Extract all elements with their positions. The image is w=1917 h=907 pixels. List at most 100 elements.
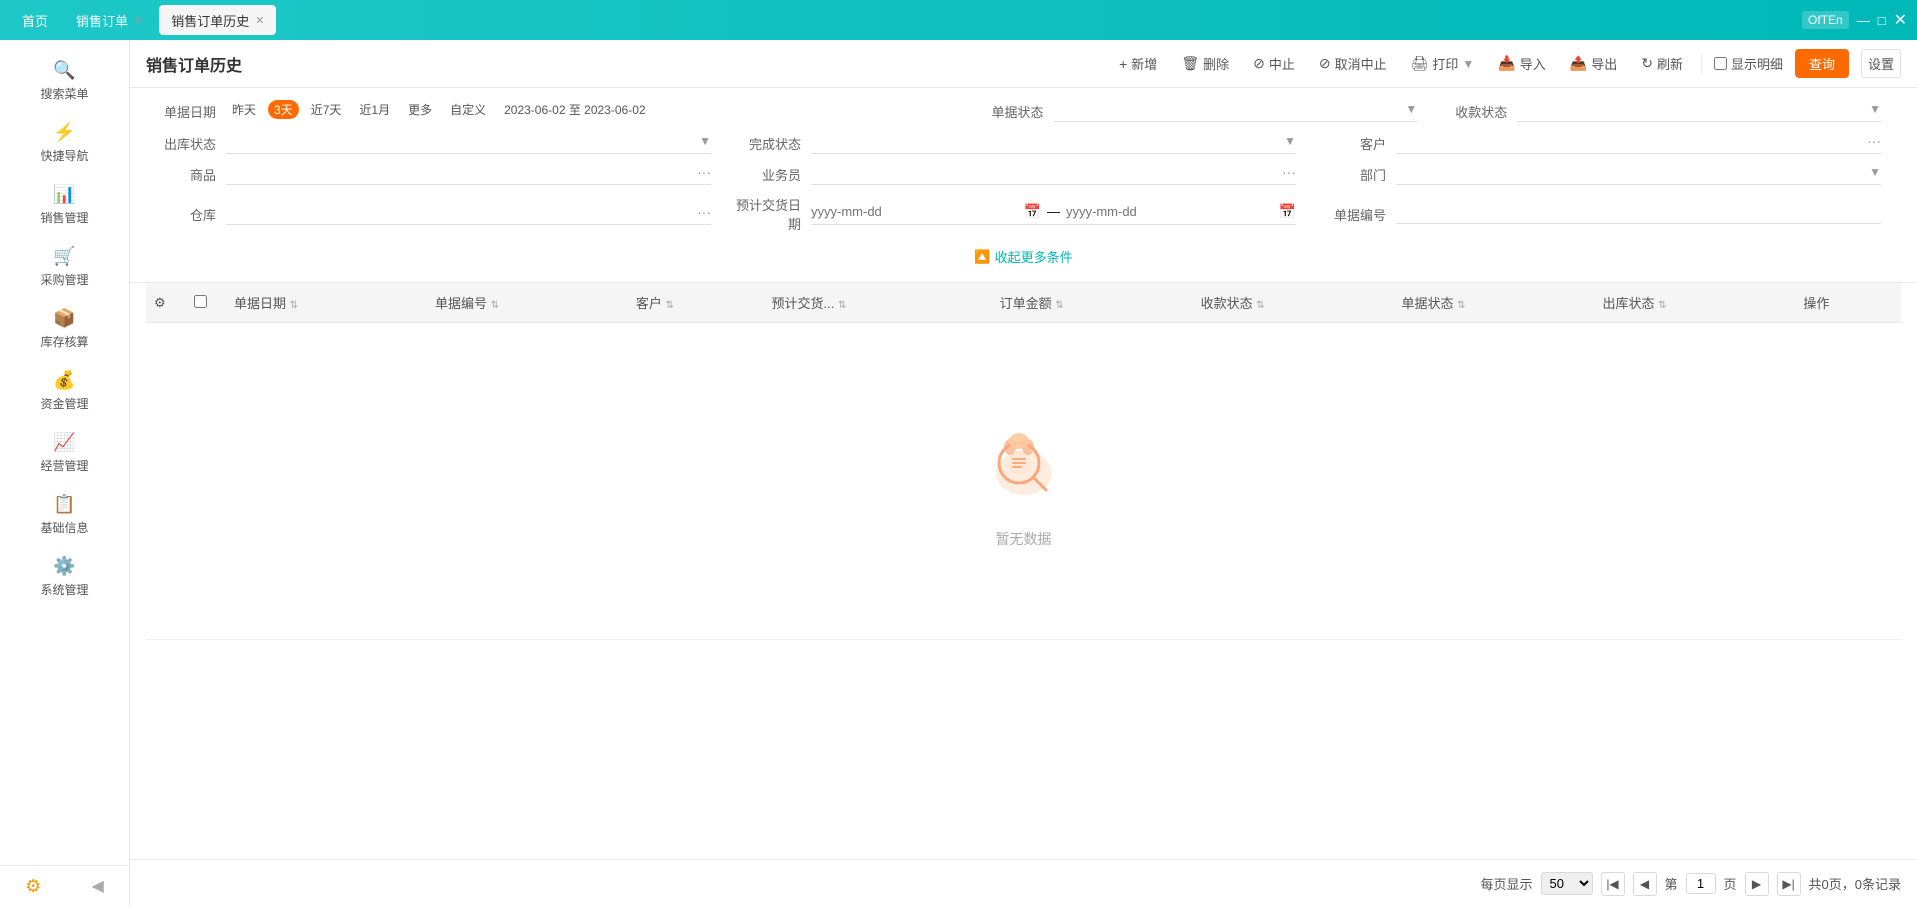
col-checkbox [186,283,226,323]
system-mgmt-icon: ⚙️ [53,556,75,577]
completion-status-chevron-icon[interactable]: ▼ [1284,134,1296,148]
order-status-input[interactable] [1054,102,1400,117]
tab-sales-order-close[interactable]: ✕ [134,14,143,27]
col-number-label: 单据编号 [435,296,487,311]
select-all-checkbox[interactable] [194,295,207,308]
sidebar-item-basic-info[interactable]: 📋 基础信息 [0,484,129,546]
print-label: 打印 [1432,54,1458,73]
import-button[interactable]: 📥 导入 [1492,50,1551,77]
col-amount[interactable]: 订单金额 ⇅ [992,283,1193,323]
prev-page-button[interactable]: ◀ [1633,872,1657,896]
date-filter-label: 单据日期 [146,102,226,121]
department-field: ▼ [1396,165,1881,185]
salesperson-input[interactable] [811,165,1272,180]
date-tag-more[interactable]: 更多 [402,100,438,119]
calendar-to-icon[interactable]: 📅 [1279,203,1296,220]
salesperson-dots-icon[interactable]: ··· [1282,164,1296,180]
product-input[interactable] [226,165,687,180]
display-columns-input[interactable] [1714,57,1727,70]
tab-sales-order[interactable]: 销售订单 ✕ [64,5,155,35]
date-tag-custom[interactable]: 自定义 [444,100,492,119]
minimize-btn[interactable]: — [1857,13,1870,28]
tab-sales-order-history[interactable]: 销售订单历史 ✕ [159,5,276,35]
sidebar-item-system-mgmt[interactable]: ⚙️ 系统管理 [0,546,129,608]
sidebar-item-sales-mgmt[interactable]: 📊 销售管理 [0,174,129,236]
col-delivery-status[interactable]: 出库状态 ⇅ [1594,283,1795,323]
col-number[interactable]: 单据编号 ⇅ [427,283,628,323]
query-button[interactable]: 查询 [1795,49,1849,78]
per-page-select[interactable]: 50 20 100 [1541,872,1593,895]
close-btn[interactable]: ✕ [1894,10,1907,30]
product-label: 商品 [146,165,226,184]
new-button[interactable]: + 新增 [1113,50,1163,77]
date-tag-1month[interactable]: 近1月 [353,100,396,119]
payment-status-chevron-icon[interactable]: ▼ [1869,102,1881,116]
sidebar-item-purchase-mgmt-label: 采购管理 [40,271,88,288]
maximize-btn[interactable]: □ [1878,13,1886,28]
order-number-input[interactable] [1396,204,1881,219]
last-page-button[interactable]: ▶| [1777,872,1801,896]
col-date-label: 单据日期 [234,296,286,311]
product-dots-icon[interactable]: ··· [697,164,711,180]
print-button[interactable]: 🖨 打印 ▼ [1405,50,1481,77]
payment-status-input[interactable] [1517,102,1863,117]
sidebar-item-finance-mgmt[interactable]: 💰 资金管理 [0,360,129,422]
tab-sales-order-history-close[interactable]: ✕ [255,14,264,27]
sidebar-item-operations-mgmt[interactable]: 📈 经营管理 [0,422,129,484]
next-page-button[interactable]: ▶ [1745,872,1769,896]
cancel-stop-button[interactable]: ⊘ 取消中止 [1313,50,1393,77]
sidebar-bottom: ⚙ ◀ [0,865,129,907]
date-tag-7days[interactable]: 近7天 [305,100,348,119]
filter-row-3: 商品 ··· 业务员 ··· 部门 ▼ [146,164,1901,185]
export-button[interactable]: 📤 导出 [1564,50,1623,77]
col-customer[interactable]: 客户 ⇅ [628,283,764,323]
collapse-label: 收起更多条件 [995,247,1073,266]
delivery-status-input[interactable] [226,134,693,149]
warehouse-input[interactable] [226,204,687,219]
sidebar-item-quick-nav[interactable]: ⚡ 快捷导航 [0,112,129,174]
col-order-status[interactable]: 单据状态 ⇅ [1394,283,1595,323]
filter-collapse-button[interactable]: 🔼 收起更多条件 [146,243,1901,270]
empty-row: 暂无数据 [146,323,1901,640]
first-page-button[interactable]: |◀ [1601,872,1625,896]
warehouse-dots-icon[interactable]: ··· [697,204,711,220]
delete-button[interactable]: 🗑 删除 [1175,50,1235,77]
delivery-date-from-input[interactable] [811,204,1018,219]
top-bar: 首页 销售订单 ✕ 销售订单历史 ✕ OfTEn — □ ✕ [0,0,1917,40]
tab-home[interactable]: 首页 [10,5,60,35]
settings-button[interactable]: 设置 [1861,49,1901,78]
import-icon: 📥 [1498,55,1515,72]
col-date[interactable]: 单据日期 ⇅ [226,283,427,323]
sidebar-collapse-icon[interactable]: ◀ [92,876,104,897]
col-payment-status[interactable]: 收款状态 ⇅ [1193,283,1394,323]
delete-label: 删除 [1203,54,1229,73]
sidebar-item-purchase-mgmt[interactable]: 🛒 采购管理 [0,236,129,298]
refresh-button[interactable]: ↻ 刷新 [1635,50,1689,77]
customer-filter-label: 客户 [1316,134,1396,153]
col-actions: 操作 [1795,283,1901,323]
sidebar: 🔍 搜索菜单 ⚡ 快捷导航 📊 销售管理 🛒 采购管理 📦 库存核算 💰 资金管… [0,40,130,907]
col-delivery-date[interactable]: 预计交货... ⇅ [764,283,992,323]
delivery-date-field: 📅 — 📅 [811,203,1296,225]
delivery-date-to-input[interactable] [1066,204,1273,219]
department-input[interactable] [1396,165,1863,180]
delivery-status-chevron-icon[interactable]: ▼ [699,134,711,148]
page-title: 销售订单历史 [146,52,242,76]
customer-dots-icon[interactable]: ··· [1867,133,1881,149]
basic-info-icon: 📋 [53,494,75,515]
cancel-stop-icon: ⊘ [1319,55,1331,72]
current-page-display[interactable]: 1 [1686,873,1716,894]
completion-status-input[interactable] [811,134,1278,149]
sidebar-settings-icon[interactable]: ⚙ [25,876,41,897]
calendar-from-icon[interactable]: 📅 [1024,203,1041,220]
stop-button[interactable]: ⊘ 中止 [1247,50,1301,77]
sidebar-item-inventory[interactable]: 📦 库存核算 [0,298,129,360]
date-tag-3days[interactable]: 3天 [268,100,299,119]
display-columns-checkbox[interactable]: 显示明细 [1714,54,1783,73]
customer-input[interactable] [1396,134,1857,149]
sidebar-item-search-menu[interactable]: 🔍 搜索菜单 [0,50,129,112]
order-status-chevron-icon[interactable]: ▼ [1405,102,1417,116]
date-tag-today[interactable]: 昨天 [226,100,262,119]
department-chevron-icon[interactable]: ▼ [1869,165,1881,179]
col-settings[interactable]: ⚙ [146,283,186,323]
